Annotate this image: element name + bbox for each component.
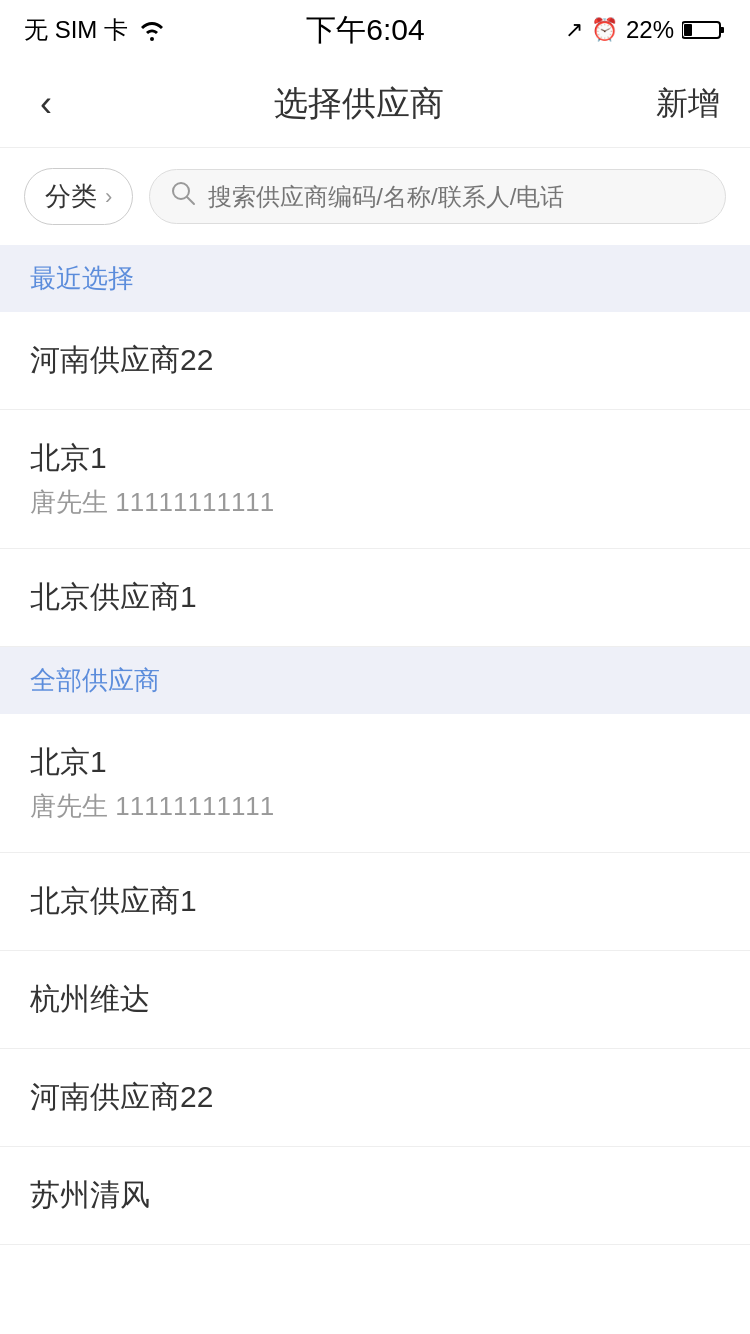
list-item[interactable]: 北京1 唐先生 11111111111 (0, 714, 750, 853)
list-item[interactable]: 北京供应商1 (0, 853, 750, 951)
chevron-right-icon: › (105, 184, 112, 210)
svg-rect-2 (684, 24, 692, 36)
category-button[interactable]: 分类 › (24, 168, 133, 225)
status-right: ↗ ⏰ 22% (565, 16, 726, 44)
status-time: 下午6:04 (306, 10, 424, 51)
supplier-name: 北京1 (30, 438, 720, 479)
list-item[interactable]: 河南供应商22 (0, 312, 750, 410)
status-bar: 无 SIM 卡 下午6:04 ↗ ⏰ 22% (0, 0, 750, 60)
list-item[interactable]: 北京供应商1 (0, 549, 750, 647)
location-icon: ↗ (565, 17, 583, 43)
alarm-icon: ⏰ (591, 17, 618, 43)
list-item[interactable]: 苏州清风 (0, 1147, 750, 1245)
list-item[interactable]: 杭州维达 (0, 951, 750, 1049)
svg-rect-1 (720, 27, 724, 33)
supplier-name: 杭州维达 (30, 979, 720, 1020)
search-icon (170, 180, 196, 213)
recent-section-header: 最近选择 (0, 245, 750, 312)
category-label: 分类 (45, 179, 97, 214)
add-button[interactable]: 新增 (656, 82, 720, 126)
back-button[interactable]: ‹ (30, 73, 62, 135)
battery-icon (682, 19, 726, 41)
supplier-name: 北京1 (30, 742, 720, 783)
recent-items-list: 河南供应商22 北京1 唐先生 11111111111 北京供应商1 (0, 312, 750, 647)
battery-percent: 22% (626, 16, 674, 44)
supplier-name: 河南供应商22 (30, 1077, 720, 1118)
no-sim-label: 无 SIM 卡 (24, 14, 128, 46)
svg-line-4 (187, 197, 194, 204)
supplier-contact: 唐先生 11111111111 (30, 485, 720, 520)
page-title: 选择供应商 (274, 81, 444, 127)
supplier-contact: 唐先生 11111111111 (30, 789, 720, 824)
search-input[interactable] (208, 183, 705, 211)
wifi-icon (138, 19, 166, 41)
nav-bar: ‹ 选择供应商 新增 (0, 60, 750, 148)
supplier-name: 河南供应商22 (30, 340, 720, 381)
all-items-list: 北京1 唐先生 11111111111 北京供应商1 杭州维达 河南供应商22 … (0, 714, 750, 1245)
supplier-name: 苏州清风 (30, 1175, 720, 1216)
supplier-name: 北京供应商1 (30, 881, 720, 922)
list-item[interactable]: 河南供应商22 (0, 1049, 750, 1147)
list-item[interactable]: 北京1 唐先生 11111111111 (0, 410, 750, 549)
all-section-header: 全部供应商 (0, 647, 750, 714)
supplier-name: 北京供应商1 (30, 577, 720, 618)
filter-bar: 分类 › (0, 148, 750, 245)
search-box (149, 169, 726, 224)
status-left: 无 SIM 卡 (24, 14, 166, 46)
